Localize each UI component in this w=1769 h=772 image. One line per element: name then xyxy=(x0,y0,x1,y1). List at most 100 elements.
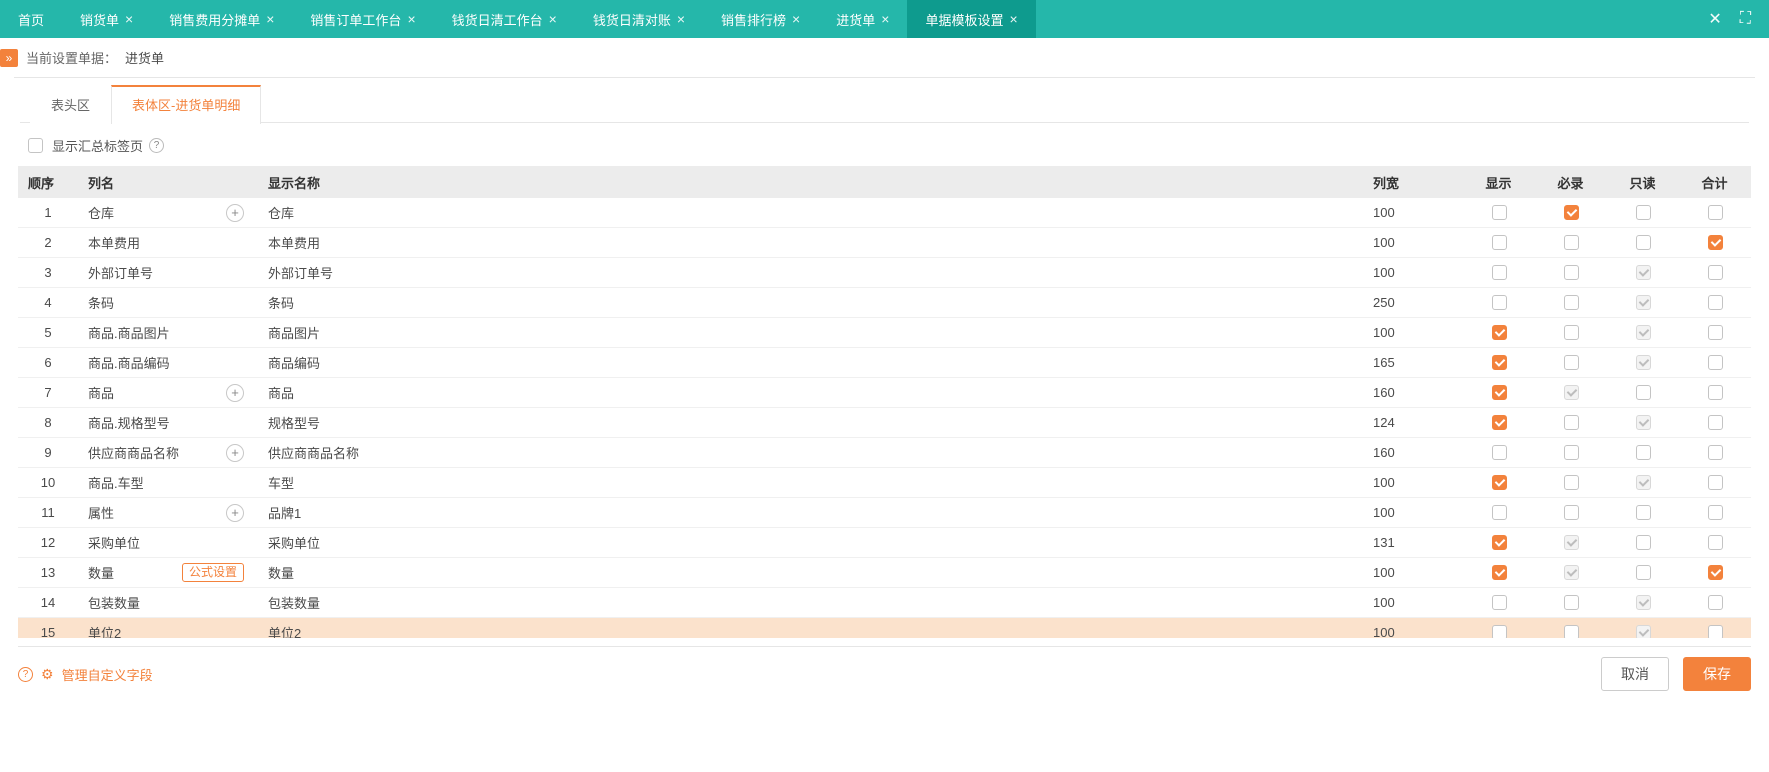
cell-show-checkbox[interactable] xyxy=(1492,445,1507,460)
cell-show-checkbox[interactable] xyxy=(1492,475,1507,490)
cell-dispname[interactable]: 仓库 xyxy=(258,203,1363,222)
cell-dispname[interactable]: 商品编码 xyxy=(258,353,1363,372)
cell-dispname[interactable]: 采购单位 xyxy=(258,533,1363,552)
close-icon[interactable]: × xyxy=(125,11,133,27)
table-row[interactable]: 5商品.商品图片商品图片100 xyxy=(18,318,1751,348)
top-tab-4[interactable]: 钱货日清工作台× xyxy=(434,0,575,38)
cell-dispname[interactable]: 供应商商品名称 xyxy=(258,443,1363,462)
cell-dispname[interactable]: 本单费用 xyxy=(258,233,1363,252)
formula-button[interactable]: 公式设置 xyxy=(182,563,244,582)
cell-required-checkbox[interactable] xyxy=(1564,325,1579,340)
top-tab-3[interactable]: 销售订单工作台× xyxy=(292,0,433,38)
cell-width[interactable]: 100 xyxy=(1363,475,1463,490)
cell-required-checkbox[interactable] xyxy=(1564,235,1579,250)
table-row[interactable]: 6商品.商品编码商品编码165 xyxy=(18,348,1751,378)
cell-dispname[interactable]: 车型 xyxy=(258,473,1363,492)
table-row[interactable]: 14包装数量包装数量100 xyxy=(18,588,1751,618)
table-row[interactable]: 13数量公式设置数量100 xyxy=(18,558,1751,588)
cell-width[interactable]: 100 xyxy=(1363,235,1463,250)
cell-show-checkbox[interactable] xyxy=(1492,205,1507,220)
close-icon[interactable]: × xyxy=(266,11,274,27)
top-tab-1[interactable]: 销货单× xyxy=(62,0,151,38)
cell-required-checkbox[interactable] xyxy=(1564,355,1579,370)
table-row[interactable]: 1仓库+仓库100 xyxy=(18,198,1751,228)
cell-required-checkbox[interactable] xyxy=(1564,415,1579,430)
summary-help-icon[interactable]: ? xyxy=(149,138,164,153)
close-icon[interactable]: × xyxy=(1009,11,1017,27)
cell-readonly-checkbox[interactable] xyxy=(1636,535,1651,550)
inner-tab-0[interactable]: 表头区 xyxy=(30,86,111,124)
summary-checkbox[interactable] xyxy=(28,138,43,153)
table-row[interactable]: 9供应商商品名称+供应商商品名称160 xyxy=(18,438,1751,468)
table-row[interactable]: 2本单费用本单费用100 xyxy=(18,228,1751,258)
cell-width[interactable]: 160 xyxy=(1363,445,1463,460)
table-row[interactable]: 4条码条码250 xyxy=(18,288,1751,318)
top-tab-0[interactable]: 首页 xyxy=(0,0,62,38)
top-tab-6[interactable]: 销售排行榜× xyxy=(703,0,818,38)
save-button[interactable]: 保存 xyxy=(1683,657,1751,691)
table-row[interactable]: 11属性+品牌1100 xyxy=(18,498,1751,528)
cell-width[interactable]: 124 xyxy=(1363,415,1463,430)
cell-total-checkbox[interactable] xyxy=(1708,565,1723,580)
cell-required-checkbox[interactable] xyxy=(1564,625,1579,638)
cell-total-checkbox[interactable] xyxy=(1708,385,1723,400)
cell-required-checkbox[interactable] xyxy=(1564,265,1579,280)
cell-dispname[interactable]: 品牌1 xyxy=(258,503,1363,522)
cell-dispname[interactable]: 规格型号 xyxy=(258,413,1363,432)
cell-width[interactable]: 100 xyxy=(1363,205,1463,220)
cell-required-checkbox[interactable] xyxy=(1564,205,1579,220)
top-tab-5[interactable]: 钱货日清对账× xyxy=(575,0,703,38)
close-all-icon[interactable]: ✕ xyxy=(1708,9,1721,29)
footer-gear-icon[interactable]: ⚙ xyxy=(41,666,54,683)
cell-dispname[interactable]: 商品图片 xyxy=(258,323,1363,342)
cell-total-checkbox[interactable] xyxy=(1708,445,1723,460)
cell-dispname[interactable]: 条码 xyxy=(258,293,1363,312)
manage-custom-fields-link[interactable]: 管理自定义字段 xyxy=(62,665,153,684)
cell-width[interactable]: 100 xyxy=(1363,265,1463,280)
cell-show-checkbox[interactable] xyxy=(1492,595,1507,610)
cell-show-checkbox[interactable] xyxy=(1492,625,1507,638)
table-row[interactable]: 12采购单位采购单位131 xyxy=(18,528,1751,558)
table-row[interactable]: 3外部订单号外部订单号100 xyxy=(18,258,1751,288)
cell-required-checkbox[interactable] xyxy=(1564,295,1579,310)
cell-width[interactable]: 160 xyxy=(1363,385,1463,400)
cell-width[interactable]: 100 xyxy=(1363,625,1463,638)
cell-dispname[interactable]: 外部订单号 xyxy=(258,263,1363,282)
inner-tab-1[interactable]: 表体区-进货单明细 xyxy=(111,85,261,124)
breadcrumb-chevron-icon[interactable]: » xyxy=(0,49,18,67)
cell-width[interactable]: 131 xyxy=(1363,535,1463,550)
cell-required-checkbox[interactable] xyxy=(1564,505,1579,520)
cell-total-checkbox[interactable] xyxy=(1708,505,1723,520)
cell-total-checkbox[interactable] xyxy=(1708,265,1723,280)
cell-readonly-checkbox[interactable] xyxy=(1636,565,1651,580)
cell-show-checkbox[interactable] xyxy=(1492,535,1507,550)
table-row[interactable]: 15单位2单位2100 xyxy=(18,618,1751,638)
top-tab-7[interactable]: 进货单× xyxy=(818,0,907,38)
cell-total-checkbox[interactable] xyxy=(1708,535,1723,550)
cell-show-checkbox[interactable] xyxy=(1492,325,1507,340)
table-row[interactable]: 8商品.规格型号规格型号124 xyxy=(18,408,1751,438)
cell-total-checkbox[interactable] xyxy=(1708,205,1723,220)
cell-dispname[interactable]: 包装数量 xyxy=(258,593,1363,612)
expand-icon[interactable]: ⛶ xyxy=(1740,10,1751,28)
cell-required-checkbox[interactable] xyxy=(1564,445,1579,460)
cell-readonly-checkbox[interactable] xyxy=(1636,235,1651,250)
cell-width[interactable]: 100 xyxy=(1363,595,1463,610)
cell-show-checkbox[interactable] xyxy=(1492,235,1507,250)
cell-width[interactable]: 250 xyxy=(1363,295,1463,310)
add-icon[interactable]: + xyxy=(226,504,244,522)
add-icon[interactable]: + xyxy=(226,204,244,222)
cell-readonly-checkbox[interactable] xyxy=(1636,445,1651,460)
cell-required-checkbox[interactable] xyxy=(1564,595,1579,610)
cell-width[interactable]: 100 xyxy=(1363,325,1463,340)
cell-required-checkbox[interactable] xyxy=(1564,475,1579,490)
cell-total-checkbox[interactable] xyxy=(1708,355,1723,370)
cell-show-checkbox[interactable] xyxy=(1492,295,1507,310)
cell-readonly-checkbox[interactable] xyxy=(1636,505,1651,520)
cell-total-checkbox[interactable] xyxy=(1708,415,1723,430)
cell-show-checkbox[interactable] xyxy=(1492,385,1507,400)
cell-show-checkbox[interactable] xyxy=(1492,415,1507,430)
cell-width[interactable]: 100 xyxy=(1363,505,1463,520)
add-icon[interactable]: + xyxy=(226,444,244,462)
cell-dispname[interactable]: 数量 xyxy=(258,563,1363,582)
